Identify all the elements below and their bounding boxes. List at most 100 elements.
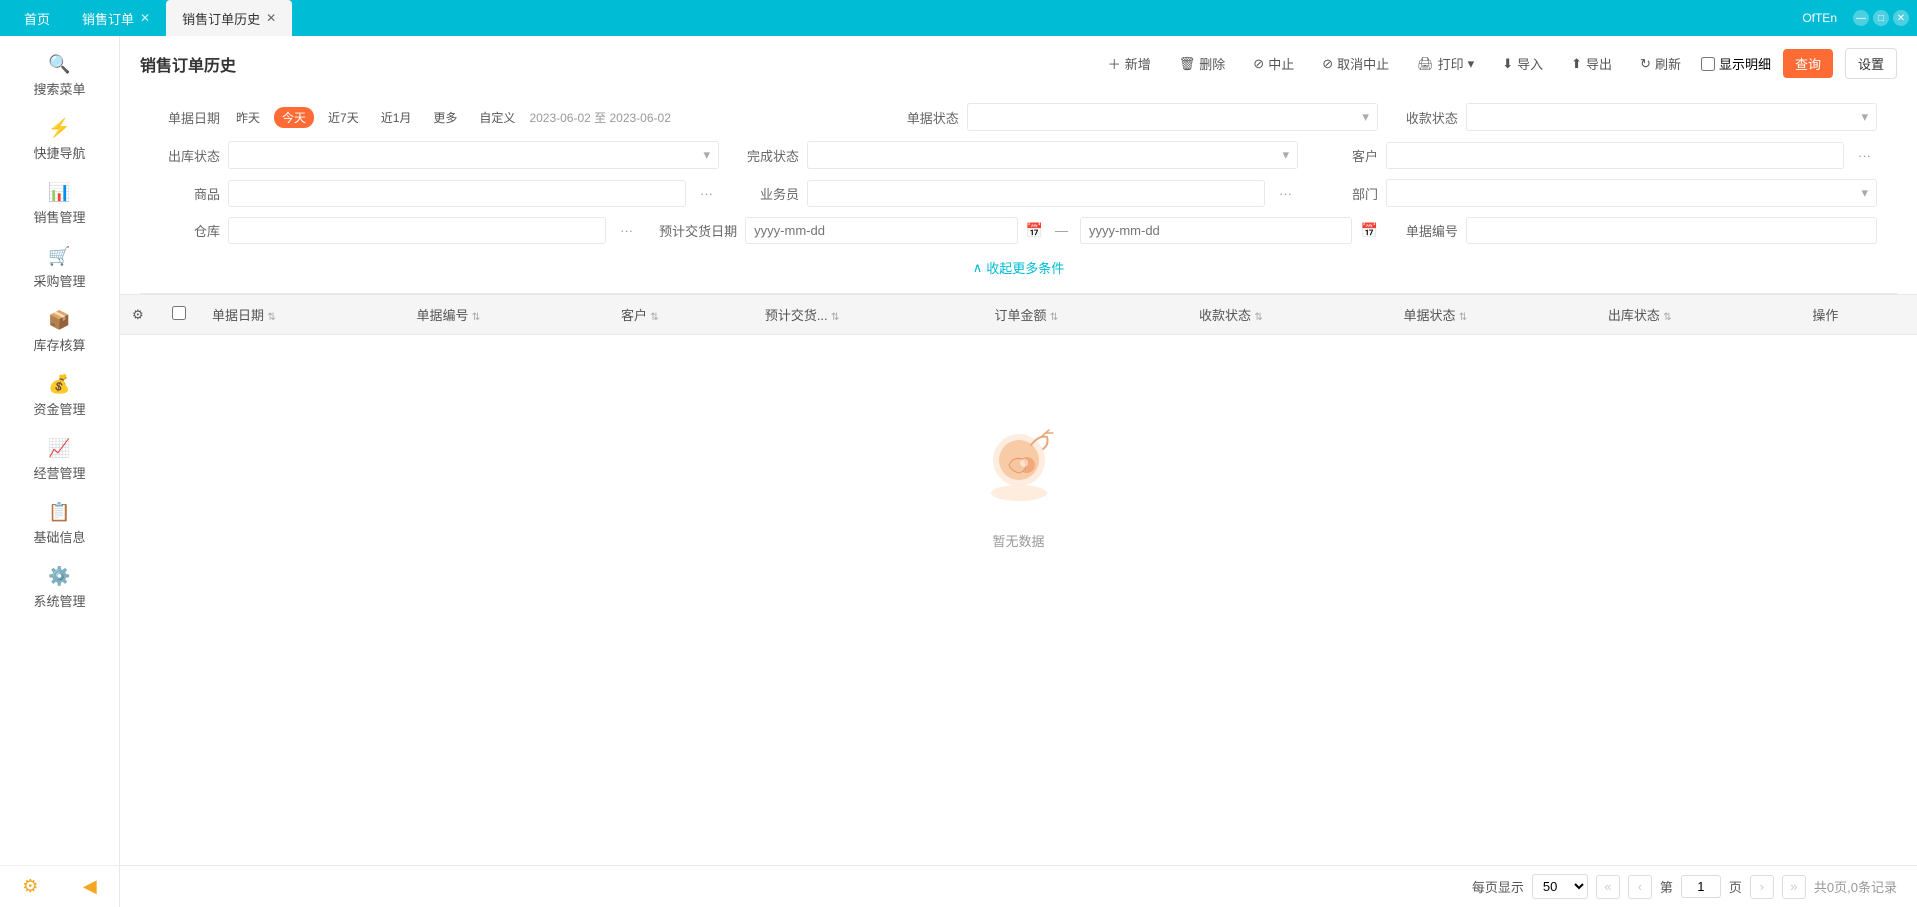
ops-mgmt-icon: 📈 bbox=[48, 438, 70, 459]
warehouse-dots[interactable]: ··· bbox=[614, 221, 639, 240]
th-delivery[interactable]: 预计交货... ⇅ bbox=[753, 295, 983, 335]
date-btn-custom[interactable]: 自定义 bbox=[471, 107, 523, 128]
date-btn-today[interactable]: 今天 bbox=[274, 107, 314, 128]
sidebar-item-system-mgmt-label: 系统管理 bbox=[33, 591, 85, 610]
date-btn-more[interactable]: 更多 bbox=[425, 107, 465, 128]
sidebar-item-sales-mgmt[interactable]: 📊 销售管理 bbox=[0, 172, 119, 236]
filter-warehouse: 仓库 ··· bbox=[160, 217, 639, 244]
add-icon: ＋ bbox=[1108, 54, 1121, 73]
window-maximize[interactable]: □ bbox=[1873, 10, 1889, 26]
sidebar-item-basic-info[interactable]: 📋 基础信息 bbox=[0, 492, 119, 556]
page-number-input[interactable] bbox=[1681, 875, 1721, 898]
warehouse-input[interactable] bbox=[228, 217, 606, 244]
customer-dots[interactable]: ··· bbox=[1852, 146, 1877, 165]
print-icon: 🖨 bbox=[1417, 56, 1434, 72]
cancel-stop-button[interactable]: ⊘ 取消中止 bbox=[1314, 50, 1397, 77]
delivery-date-end[interactable] bbox=[1080, 217, 1352, 244]
sidebar-item-inventory[interactable]: 📦 库存核算 bbox=[0, 300, 119, 364]
complete-status-label: 完成状态 bbox=[739, 146, 799, 165]
salesperson-input[interactable] bbox=[807, 180, 1265, 207]
window-minimize[interactable]: — bbox=[1853, 10, 1869, 26]
filter-delivery-date: 预计交货日期 📅 — 📅 bbox=[659, 217, 1378, 244]
export-button[interactable]: ⬆ 导出 bbox=[1563, 50, 1620, 77]
display-detail-checkbox[interactable] bbox=[1701, 57, 1715, 71]
sidebar-item-purchase-mgmt[interactable]: 🛒 采购管理 bbox=[0, 236, 119, 300]
sidebar-item-capital-mgmt[interactable]: 💰 资金管理 bbox=[0, 364, 119, 428]
page-size-select[interactable]: 50 10 20 100 bbox=[1532, 874, 1588, 899]
salesperson-label: 业务员 bbox=[739, 184, 799, 203]
calendar-start-icon[interactable]: 📅 bbox=[1026, 222, 1043, 239]
window-close[interactable]: ✕ bbox=[1893, 10, 1909, 26]
th-outbound-status[interactable]: 出库状态 ⇅ bbox=[1596, 295, 1800, 335]
sidebar-collapse-btn[interactable]: ◀ bbox=[83, 876, 97, 897]
th-customer[interactable]: 客户 ⇅ bbox=[609, 295, 753, 335]
query-button[interactable]: 查询 bbox=[1783, 49, 1833, 78]
filter-row-3: 商品 ··· 业务员 ··· 部门 bbox=[160, 179, 1877, 207]
outbound-status-select[interactable] bbox=[228, 141, 719, 169]
th-settings[interactable]: ⚙ bbox=[120, 295, 160, 335]
tab-sales-order-close[interactable]: ✕ bbox=[140, 11, 150, 25]
th-date[interactable]: 单据日期 ⇅ bbox=[200, 295, 404, 335]
th-order-status[interactable]: 单据状态 ⇅ bbox=[1391, 295, 1595, 335]
th-receipt-status[interactable]: 收款状态 ⇅ bbox=[1187, 295, 1391, 335]
column-settings-icon[interactable]: ⚙ bbox=[132, 307, 144, 322]
first-page-btn[interactable]: « bbox=[1596, 875, 1620, 899]
filter-receipt-status: 收款状态 bbox=[1398, 103, 1877, 131]
delete-button[interactable]: 🗑 删除 bbox=[1171, 50, 1234, 77]
date-btn-1month[interactable]: 近1月 bbox=[373, 107, 420, 128]
goods-input[interactable] bbox=[228, 180, 686, 207]
filter-customer: 客户 ··· bbox=[1318, 142, 1877, 169]
order-number-input[interactable] bbox=[1466, 217, 1877, 244]
cancel-stop-icon: ⊘ bbox=[1322, 56, 1333, 72]
settings-button[interactable]: 设置 bbox=[1845, 48, 1897, 79]
tab-sales-order-history-close[interactable]: ✕ bbox=[266, 11, 276, 25]
sort-amount-icon: ⇅ bbox=[1050, 312, 1058, 323]
tab-sales-order-history-label: 销售订单历史 bbox=[182, 9, 260, 28]
sidebar-item-quick-nav[interactable]: ⚡ 快捷导航 bbox=[0, 108, 119, 172]
sort-customer-icon: ⇅ bbox=[650, 312, 658, 323]
th-checkbox[interactable] bbox=[160, 295, 200, 335]
stop-button[interactable]: ⊘ 中止 bbox=[1245, 50, 1302, 77]
sidebar-item-ops-mgmt[interactable]: 📈 经营管理 bbox=[0, 428, 119, 492]
import-button[interactable]: ⬇ 导入 bbox=[1494, 50, 1551, 77]
last-page-icon: » bbox=[1790, 879, 1797, 894]
display-detail-toggle[interactable]: 显示明细 bbox=[1701, 54, 1771, 73]
salesperson-dots[interactable]: ··· bbox=[1273, 184, 1298, 203]
next-page-btn[interactable]: › bbox=[1750, 875, 1774, 899]
order-status-label: 单据状态 bbox=[899, 108, 959, 127]
select-all-checkbox[interactable] bbox=[172, 306, 186, 320]
refresh-button[interactable]: ↻ 刷新 bbox=[1632, 50, 1689, 77]
tab-home[interactable]: 首页 bbox=[8, 0, 66, 36]
receipt-status-select[interactable] bbox=[1466, 103, 1877, 131]
add-button[interactable]: ＋ 新增 bbox=[1100, 50, 1159, 77]
often-label: OfTEn bbox=[1802, 11, 1837, 25]
th-number[interactable]: 单据编号 ⇅ bbox=[404, 295, 608, 335]
page-label: 页 bbox=[1729, 877, 1742, 896]
delivery-date-start[interactable] bbox=[745, 217, 1017, 244]
goods-dots[interactable]: ··· bbox=[694, 184, 719, 203]
customer-input[interactable] bbox=[1386, 142, 1844, 169]
collapse-more-conditions[interactable]: ∧ 收起更多条件 bbox=[160, 254, 1877, 281]
sidebar-settings-btn[interactable]: ⚙ bbox=[22, 876, 38, 897]
sidebar-item-search-menu[interactable]: 🔍 搜索菜单 bbox=[0, 44, 119, 108]
th-amount[interactable]: 订单金额 ⇅ bbox=[983, 295, 1187, 335]
filter-order-number: 单据编号 bbox=[1398, 217, 1877, 244]
order-status-select[interactable] bbox=[967, 103, 1378, 131]
date-dash: — bbox=[1051, 223, 1072, 238]
sidebar-item-system-mgmt[interactable]: ⚙️ 系统管理 bbox=[0, 556, 119, 620]
date-btn-yesterday[interactable]: 昨天 bbox=[228, 107, 268, 128]
last-page-btn[interactable]: » bbox=[1782, 875, 1806, 899]
date-btn-7days[interactable]: 近7天 bbox=[320, 107, 367, 128]
export-label: 导出 bbox=[1586, 54, 1612, 73]
department-label: 部门 bbox=[1318, 184, 1378, 203]
tab-sales-order-history[interactable]: 销售订单历史 ✕ bbox=[166, 0, 292, 36]
tab-sales-order[interactable]: 销售订单 ✕ bbox=[66, 0, 166, 36]
empty-illustration bbox=[969, 415, 1069, 515]
complete-status-select[interactable] bbox=[807, 141, 1298, 169]
order-number-label: 单据编号 bbox=[1398, 221, 1458, 240]
prev-page-btn[interactable]: ‹ bbox=[1628, 875, 1652, 899]
calendar-end-icon[interactable]: 📅 bbox=[1360, 222, 1377, 239]
sidebar-bottom: ⚙ ◀ bbox=[0, 865, 119, 907]
print-button[interactable]: 🖨 打印 ▾ bbox=[1409, 50, 1482, 77]
department-select[interactable] bbox=[1386, 179, 1877, 207]
